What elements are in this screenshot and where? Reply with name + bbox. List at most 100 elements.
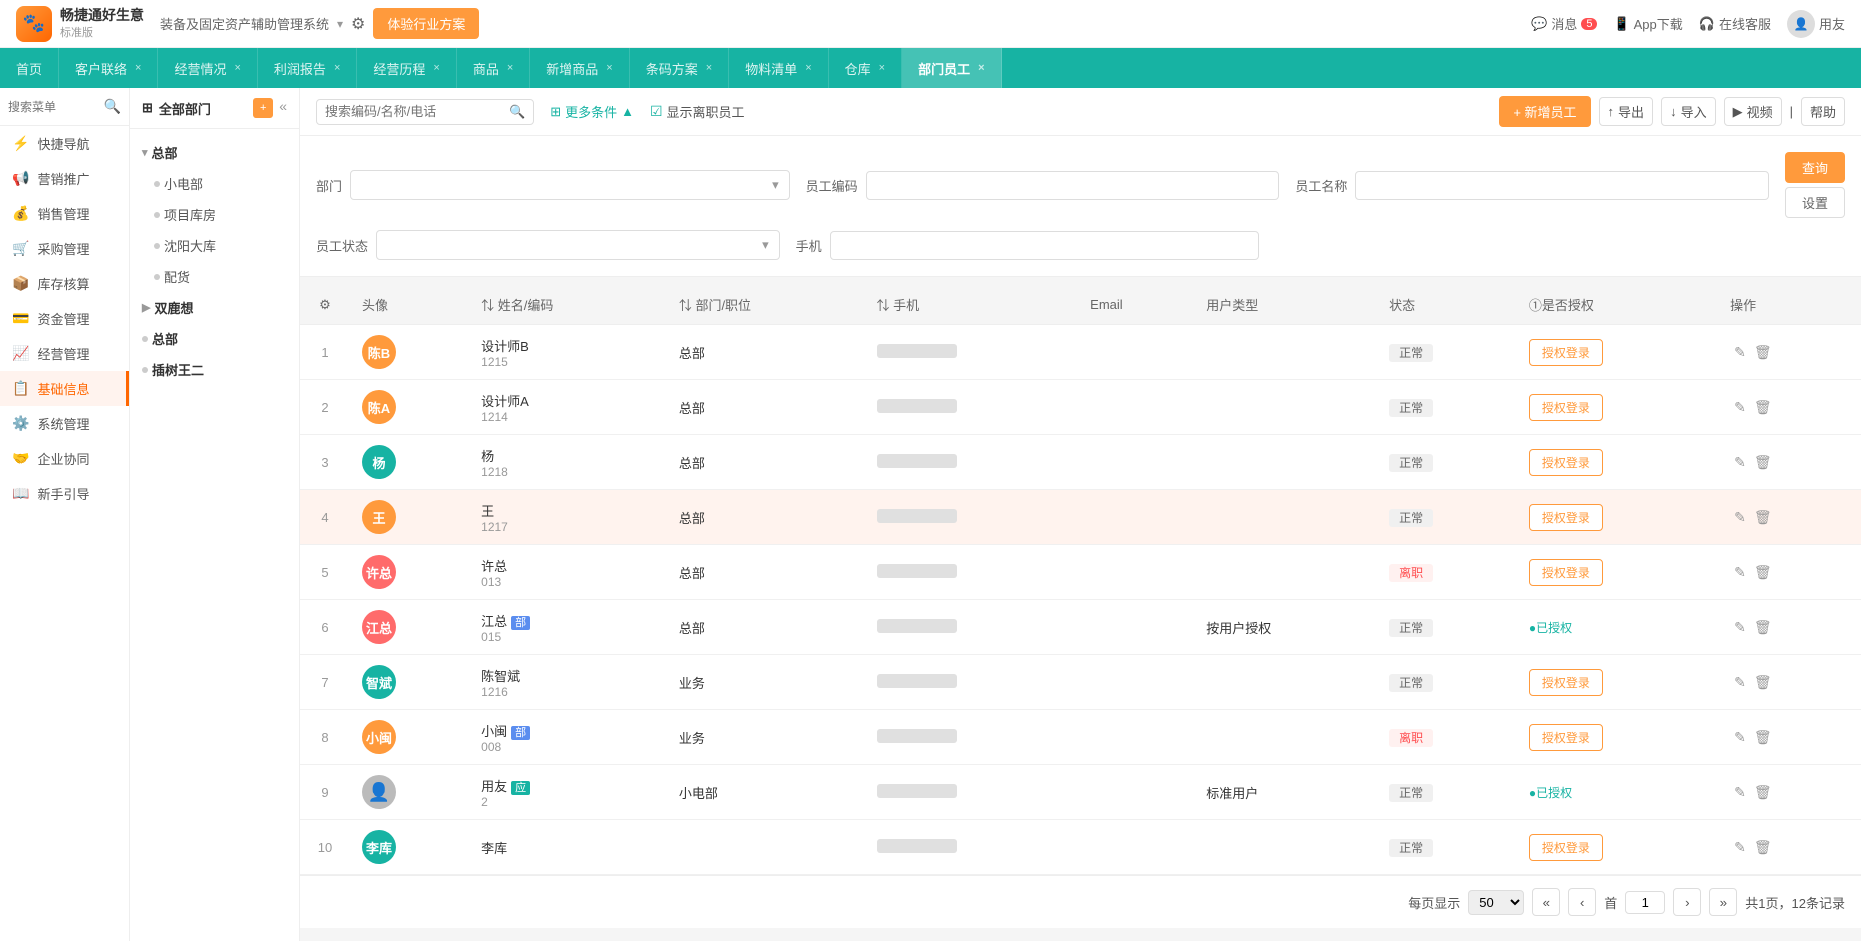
- tab-bom[interactable]: 物料清单×: [729, 48, 828, 88]
- sys-title-dropdown[interactable]: ▾: [337, 17, 343, 31]
- close-barcode-tab[interactable]: ×: [706, 62, 712, 74]
- edit-button[interactable]: ✎: [1730, 452, 1750, 473]
- close-operation-tab[interactable]: ×: [234, 62, 240, 74]
- sidebar-item-finance[interactable]: 💳 资金管理: [0, 301, 129, 336]
- add-employee-button[interactable]: + 新增员工: [1499, 96, 1590, 127]
- help-button[interactable]: 帮助: [1801, 97, 1845, 126]
- delete-button[interactable]: 🗑: [1750, 617, 1776, 638]
- sidebar-item-purchase[interactable]: 🛒 采购管理: [0, 231, 129, 266]
- per-page-select[interactable]: 50 100: [1468, 890, 1524, 915]
- filter-emp-status-select[interactable]: ▾: [376, 230, 780, 260]
- tab-new-goods[interactable]: 新增商品×: [530, 48, 629, 88]
- auth-login-button[interactable]: 授权登录: [1529, 724, 1603, 751]
- filter-emp-code-input[interactable]: [866, 171, 1280, 200]
- close-warehouse-tab[interactable]: ×: [879, 62, 885, 74]
- sidebar-item-collab[interactable]: 🤝 企业协同: [0, 441, 129, 476]
- delete-button[interactable]: 🗑: [1750, 672, 1776, 693]
- col-settings[interactable]: ⚙: [300, 285, 350, 325]
- employee-search-icon[interactable]: 🔍: [509, 104, 525, 120]
- filter-settings-button[interactable]: 设置: [1785, 187, 1845, 218]
- employee-search-input[interactable]: [325, 104, 505, 119]
- auth-login-button[interactable]: 授权登录: [1529, 559, 1603, 586]
- sidebar-item-business[interactable]: 📈 经营管理: [0, 336, 129, 371]
- col-phone[interactable]: ⇅ 手机: [865, 285, 1079, 325]
- dept-add-icon[interactable]: +: [253, 98, 273, 118]
- edit-button[interactable]: ✎: [1730, 617, 1750, 638]
- edit-button[interactable]: ✎: [1730, 562, 1750, 583]
- sidebar-item-marketing[interactable]: 📢 营销推广: [0, 161, 129, 196]
- tab-history[interactable]: 经营历程×: [357, 48, 456, 88]
- sidebar-item-sales[interactable]: 💰 销售管理: [0, 196, 129, 231]
- sidebar-item-system[interactable]: ⚙️ 系统管理: [0, 406, 129, 441]
- dept-item-zongbu-expand[interactable]: ▾ 总部: [130, 137, 299, 168]
- edit-button[interactable]: ✎: [1730, 782, 1750, 803]
- edit-button[interactable]: ✎: [1730, 837, 1750, 858]
- dept-item-zongbu2[interactable]: 总部: [130, 323, 299, 354]
- online-service-button[interactable]: 🎧 在线客服: [1699, 14, 1771, 33]
- edit-button[interactable]: ✎: [1730, 672, 1750, 693]
- tab-customer[interactable]: 客户联络×: [59, 48, 158, 88]
- sidebar-item-quick-nav[interactable]: ⚡ 快捷导航: [0, 126, 129, 161]
- col-dept[interactable]: ⇅ 部门/职位: [667, 285, 865, 325]
- auth-login-button[interactable]: 授权登录: [1529, 394, 1603, 421]
- dept-item-small-elec[interactable]: 小电部: [130, 168, 299, 199]
- delete-button[interactable]: 🗑: [1750, 452, 1776, 473]
- edit-button[interactable]: ✎: [1730, 397, 1750, 418]
- dept-collapse-icon[interactable]: «: [279, 98, 287, 118]
- edit-button[interactable]: ✎: [1730, 727, 1750, 748]
- delete-button[interactable]: 🗑: [1750, 837, 1776, 858]
- close-profit-tab[interactable]: ×: [334, 62, 340, 74]
- delete-button[interactable]: 🗑: [1750, 562, 1776, 583]
- auth-login-button[interactable]: 授权登录: [1529, 669, 1603, 696]
- export-button[interactable]: ↑ 导出: [1599, 97, 1654, 126]
- first-page-button[interactable]: «: [1532, 888, 1560, 916]
- filter-phone-input[interactable]: [830, 231, 1260, 260]
- dept-item-chashuwang[interactable]: 插树王二: [130, 354, 299, 385]
- auth-login-button[interactable]: 授权登录: [1529, 449, 1603, 476]
- tab-barcode[interactable]: 条码方案×: [630, 48, 729, 88]
- dept-item-shuanglu[interactable]: ▶ 双鹿想: [130, 292, 299, 323]
- dept-item-project-room[interactable]: 项目库房: [130, 199, 299, 230]
- close-goods-tab[interactable]: ×: [507, 62, 513, 74]
- auth-login-button[interactable]: 授权登录: [1529, 834, 1603, 861]
- delete-button[interactable]: 🗑: [1750, 397, 1776, 418]
- tab-profit[interactable]: 利润报告×: [258, 48, 357, 88]
- sidebar-item-basic-info[interactable]: 📋 基础信息: [0, 371, 129, 406]
- delete-button[interactable]: 🗑: [1750, 507, 1776, 528]
- col-name[interactable]: ⇅ 姓名/编码: [469, 285, 667, 325]
- edit-button[interactable]: ✎: [1730, 342, 1750, 363]
- show-resigned-toggle[interactable]: ☑ 显示离职员工: [650, 102, 745, 121]
- tab-employee[interactable]: 部门员工×: [902, 48, 1001, 88]
- user-area[interactable]: 👤 用友: [1787, 10, 1845, 38]
- app-download-button[interactable]: 📱 App下载: [1613, 14, 1682, 33]
- delete-button[interactable]: 🗑: [1750, 782, 1776, 803]
- settings-gear-icon[interactable]: ⚙: [351, 14, 365, 34]
- prev-page-button[interactable]: ‹: [1568, 888, 1596, 916]
- sidebar-search-input[interactable]: [8, 100, 104, 114]
- experience-button[interactable]: 体验行业方案: [373, 8, 479, 39]
- last-page-button[interactable]: »: [1709, 888, 1737, 916]
- show-resigned-checkbox[interactable]: ☑: [650, 103, 663, 120]
- close-history-tab[interactable]: ×: [433, 62, 439, 74]
- next-page-button[interactable]: ›: [1673, 888, 1701, 916]
- auth-login-button[interactable]: 授权登录: [1529, 339, 1603, 366]
- close-new-goods-tab[interactable]: ×: [606, 62, 612, 74]
- dept-item-shenyang[interactable]: 沈阳大库: [130, 230, 299, 261]
- more-filter-button[interactable]: ⊞ 更多条件 ▲: [542, 98, 642, 125]
- close-employee-tab[interactable]: ×: [978, 62, 984, 74]
- sidebar-item-inventory[interactable]: 📦 库存核算: [0, 266, 129, 301]
- tab-operation[interactable]: 经营情况×: [158, 48, 257, 88]
- delete-button[interactable]: 🗑: [1750, 342, 1776, 363]
- query-button[interactable]: 查询: [1785, 152, 1845, 183]
- tab-home[interactable]: 首页: [0, 48, 59, 88]
- close-bom-tab[interactable]: ×: [805, 62, 811, 74]
- filter-emp-name-input[interactable]: [1355, 171, 1769, 200]
- video-button[interactable]: ▶ 视频: [1724, 97, 1782, 126]
- close-customer-tab[interactable]: ×: [135, 62, 141, 74]
- tab-goods[interactable]: 商品×: [457, 48, 530, 88]
- sidebar-search-icon[interactable]: 🔍: [104, 98, 121, 115]
- message-button[interactable]: 💬 消息 5: [1531, 14, 1597, 33]
- dept-item-distribution[interactable]: 配货: [130, 261, 299, 292]
- auth-login-button[interactable]: 授权登录: [1529, 504, 1603, 531]
- edit-button[interactable]: ✎: [1730, 507, 1750, 528]
